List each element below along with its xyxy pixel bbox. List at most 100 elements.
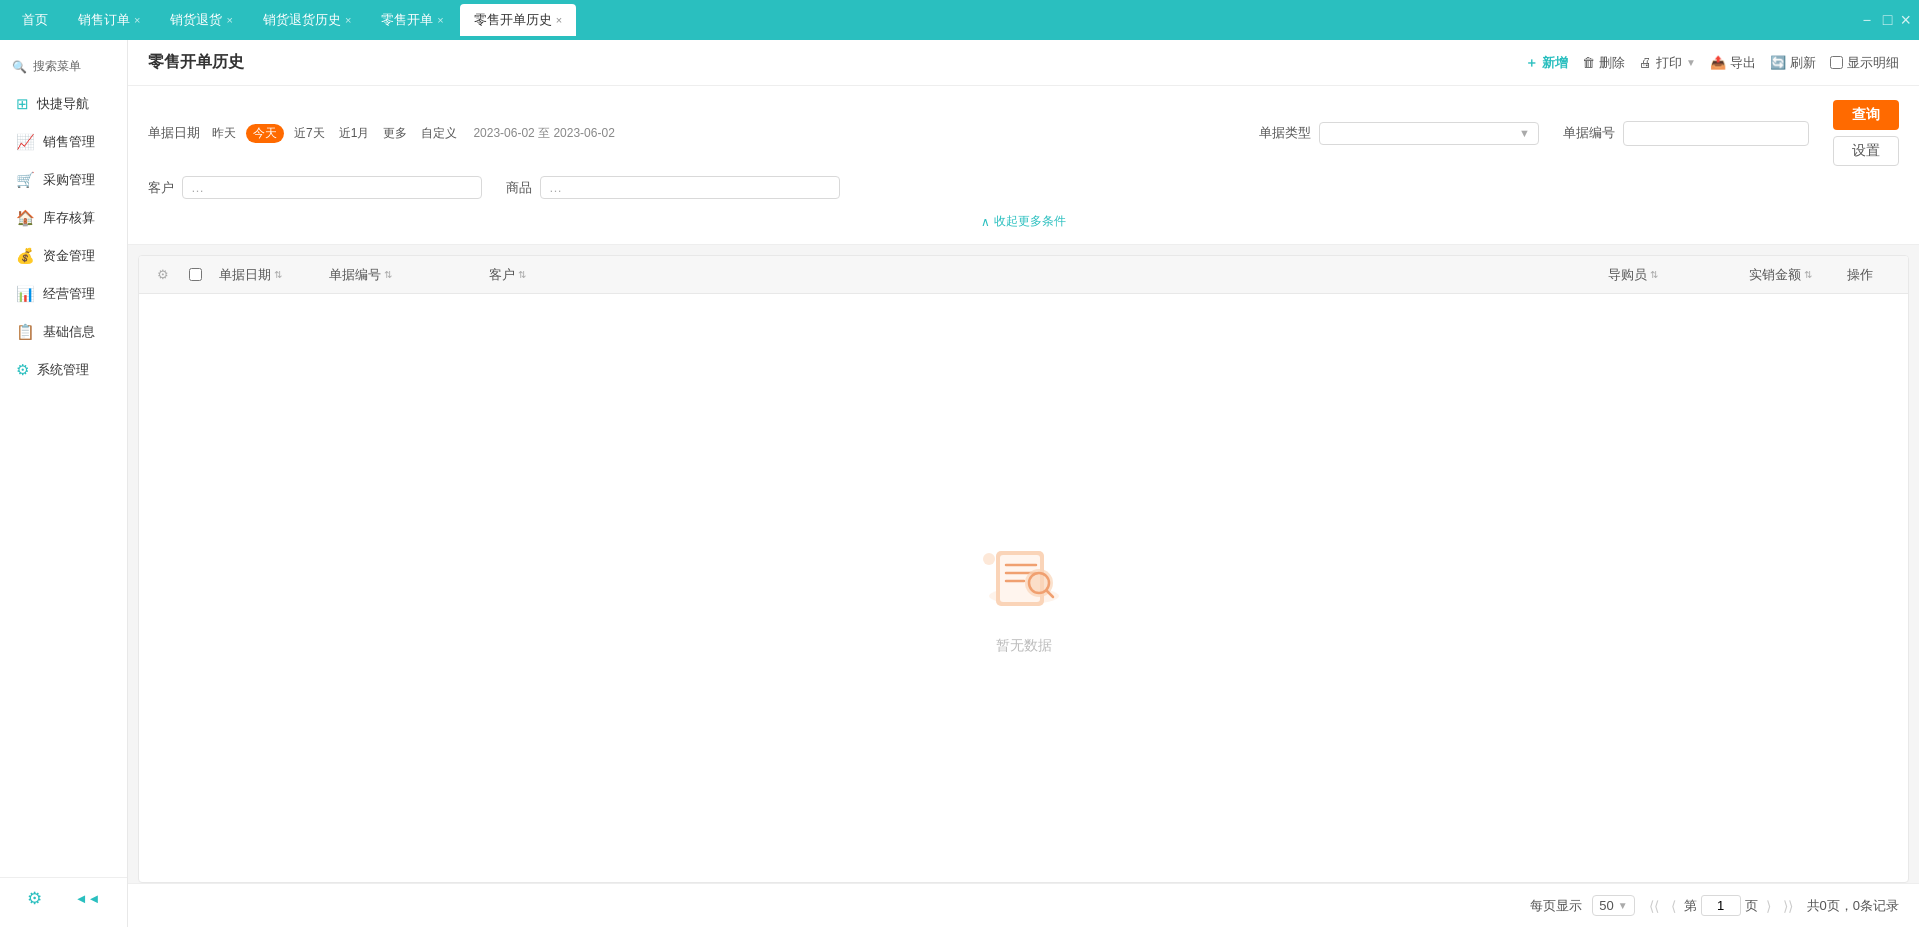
- maximize-button[interactable]: □: [1883, 11, 1893, 29]
- sort-icon: ⇅: [274, 269, 282, 280]
- settings-button[interactable]: 设置: [1833, 136, 1899, 166]
- sort-icon: ⇅: [1650, 269, 1658, 280]
- display-toggle: 显示明细: [1830, 54, 1899, 72]
- sidebar-item-label: 快捷导航: [37, 95, 89, 113]
- add-button[interactable]: ＋ 新增: [1525, 54, 1568, 72]
- export-label: 导出: [1730, 54, 1756, 72]
- tab-销货退货历史[interactable]: 销货退货历史 ×: [249, 4, 365, 36]
- sidebar-item-经营管理[interactable]: 📊经营管理: [0, 275, 127, 313]
- col-guide[interactable]: 导购员 ⇅: [1600, 266, 1700, 284]
- sidebar-item-销售管理[interactable]: 📈销售管理: [0, 123, 127, 161]
- tab-label: 销货退货: [170, 11, 222, 29]
- menu-icon: ⊞: [16, 95, 29, 113]
- goods-select[interactable]: …: [540, 176, 840, 199]
- sidebar-item-库存核算[interactable]: 🏠库存核算: [0, 199, 127, 237]
- page-input[interactable]: [1701, 895, 1741, 916]
- page-label: 页: [1745, 897, 1758, 915]
- col-amount-label: 实销金额: [1749, 266, 1801, 284]
- per-page-value: 50: [1599, 898, 1613, 913]
- sidebar-item-系统管理[interactable]: ⚙ 系统管理: [0, 351, 127, 389]
- page-label-pre: 第: [1684, 897, 1697, 915]
- customer-select[interactable]: …: [182, 176, 482, 199]
- refresh-label: 刷新: [1790, 54, 1816, 72]
- date-shortcut-近7天[interactable]: 近7天: [290, 124, 329, 143]
- select-all-checkbox[interactable]: [179, 268, 211, 281]
- col-date[interactable]: 单据日期 ⇅: [211, 266, 321, 284]
- per-page-select[interactable]: 50 ▼: [1592, 895, 1634, 916]
- display-checkbox[interactable]: [1830, 56, 1843, 69]
- tab-close-icon[interactable]: ×: [226, 14, 232, 26]
- column-settings-icon[interactable]: ⚙: [147, 267, 179, 282]
- tab-label: 零售开单: [381, 11, 433, 29]
- menu-icon: 📋: [16, 323, 35, 341]
- menu-icon: ⚙: [16, 361, 29, 379]
- print-icon: 🖨: [1639, 55, 1652, 70]
- minimize-button[interactable]: －: [1859, 10, 1875, 31]
- date-shortcut-昨天[interactable]: 昨天: [208, 124, 240, 143]
- col-op-label: 操作: [1847, 266, 1873, 284]
- filter-area: 单据日期 昨天今天近7天近1月更多自定义 2023-06-02 至 2023-0…: [128, 86, 1919, 245]
- chevron-down-icon: ▼: [1519, 127, 1530, 139]
- tab-首页[interactable]: 首页: [8, 4, 62, 36]
- tab-close-icon[interactable]: ×: [345, 14, 351, 26]
- collapse-up-icon: ∧: [981, 215, 990, 229]
- bill-type-filter: 单据类型 ▼: [1259, 122, 1539, 145]
- bill-type-value: [1328, 126, 1332, 141]
- empty-illustration: [974, 521, 1074, 621]
- date-shortcuts: 昨天今天近7天近1月更多自定义: [208, 124, 461, 143]
- sidebar-search[interactable]: 🔍 搜索菜单: [0, 48, 127, 85]
- tab-label: 销货退货历史: [263, 11, 341, 29]
- goods-filter: 商品 …: [506, 176, 840, 199]
- prev-page-button[interactable]: ⟨: [1667, 896, 1680, 916]
- bill-type-select[interactable]: ▼: [1319, 122, 1539, 145]
- tab-销售订单[interactable]: 销售订单 ×: [64, 4, 154, 36]
- goods-dots: …: [549, 180, 562, 195]
- date-shortcut-自定义[interactable]: 自定义: [417, 124, 461, 143]
- last-page-button[interactable]: ⟩⟩: [1779, 896, 1797, 916]
- customer-dots: …: [191, 180, 204, 195]
- tab-label: 首页: [22, 11, 48, 29]
- print-button[interactable]: 🖨 打印 ▼: [1639, 54, 1696, 72]
- tab-零售开单历史[interactable]: 零售开单历史×: [460, 4, 576, 36]
- refresh-button[interactable]: 🔄 刷新: [1770, 54, 1816, 72]
- first-page-button[interactable]: ⟨⟨: [1645, 896, 1663, 916]
- sidebar-item-快捷导航[interactable]: ⊞ 快捷导航: [0, 85, 127, 123]
- customer-filter: 客户 …: [148, 176, 482, 199]
- tab-label: 销售订单: [78, 11, 130, 29]
- date-shortcut-近1月[interactable]: 近1月: [335, 124, 374, 143]
- tab-销货退货[interactable]: 销货退货 ×: [156, 4, 246, 36]
- settings-icon[interactable]: ⚙: [27, 888, 42, 909]
- bill-num-input[interactable]: [1623, 121, 1809, 146]
- table-header: ⚙ 单据日期 ⇅ 单据编号 ⇅ 客户 ⇅ 导购员 ⇅: [139, 256, 1908, 294]
- delete-button[interactable]: 🗑 删除: [1582, 54, 1625, 72]
- sidebar-item-基础信息[interactable]: 📋基础信息: [0, 313, 127, 351]
- close-button[interactable]: ×: [1900, 10, 1911, 31]
- delete-label: 删除: [1599, 54, 1625, 72]
- sort-icon: ⇅: [518, 269, 526, 280]
- collapse-sidebar-icon[interactable]: ◄◄: [75, 891, 101, 906]
- sidebar-item-资金管理[interactable]: 💰资金管理: [0, 237, 127, 275]
- sidebar-bottom: ⚙ ◄◄: [0, 877, 127, 919]
- col-amount[interactable]: 实销金额 ⇅: [1700, 266, 1820, 284]
- tab-close-icon[interactable]: ×: [556, 14, 562, 26]
- tab-close-icon[interactable]: ×: [437, 14, 443, 26]
- empty-label: 暂无数据: [996, 637, 1052, 655]
- sidebar-item-label: 系统管理: [37, 361, 89, 379]
- col-customer[interactable]: 客户 ⇅: [481, 266, 1600, 284]
- tab-零售开单[interactable]: 零售开单 ×: [367, 4, 457, 36]
- col-num-label: 单据编号: [329, 266, 381, 284]
- menu-icon: 📊: [16, 285, 35, 303]
- tab-close-icon[interactable]: ×: [134, 14, 140, 26]
- next-page-button[interactable]: ⟩: [1762, 896, 1775, 916]
- export-icon: 📤: [1710, 55, 1726, 70]
- date-shortcut-今天[interactable]: 今天: [246, 124, 284, 143]
- date-shortcut-更多[interactable]: 更多: [379, 124, 411, 143]
- export-button[interactable]: 📤 导出: [1710, 54, 1756, 72]
- collapse-button[interactable]: ∧ 收起更多条件: [969, 209, 1078, 234]
- display-label: 显示明细: [1847, 54, 1899, 72]
- query-button[interactable]: 查询: [1833, 100, 1899, 130]
- menu-icon: 🏠: [16, 209, 35, 227]
- sidebar-item-采购管理[interactable]: 🛒采购管理: [0, 161, 127, 199]
- col-num[interactable]: 单据编号 ⇅: [321, 266, 481, 284]
- empty-state: 暂无数据: [139, 294, 1908, 882]
